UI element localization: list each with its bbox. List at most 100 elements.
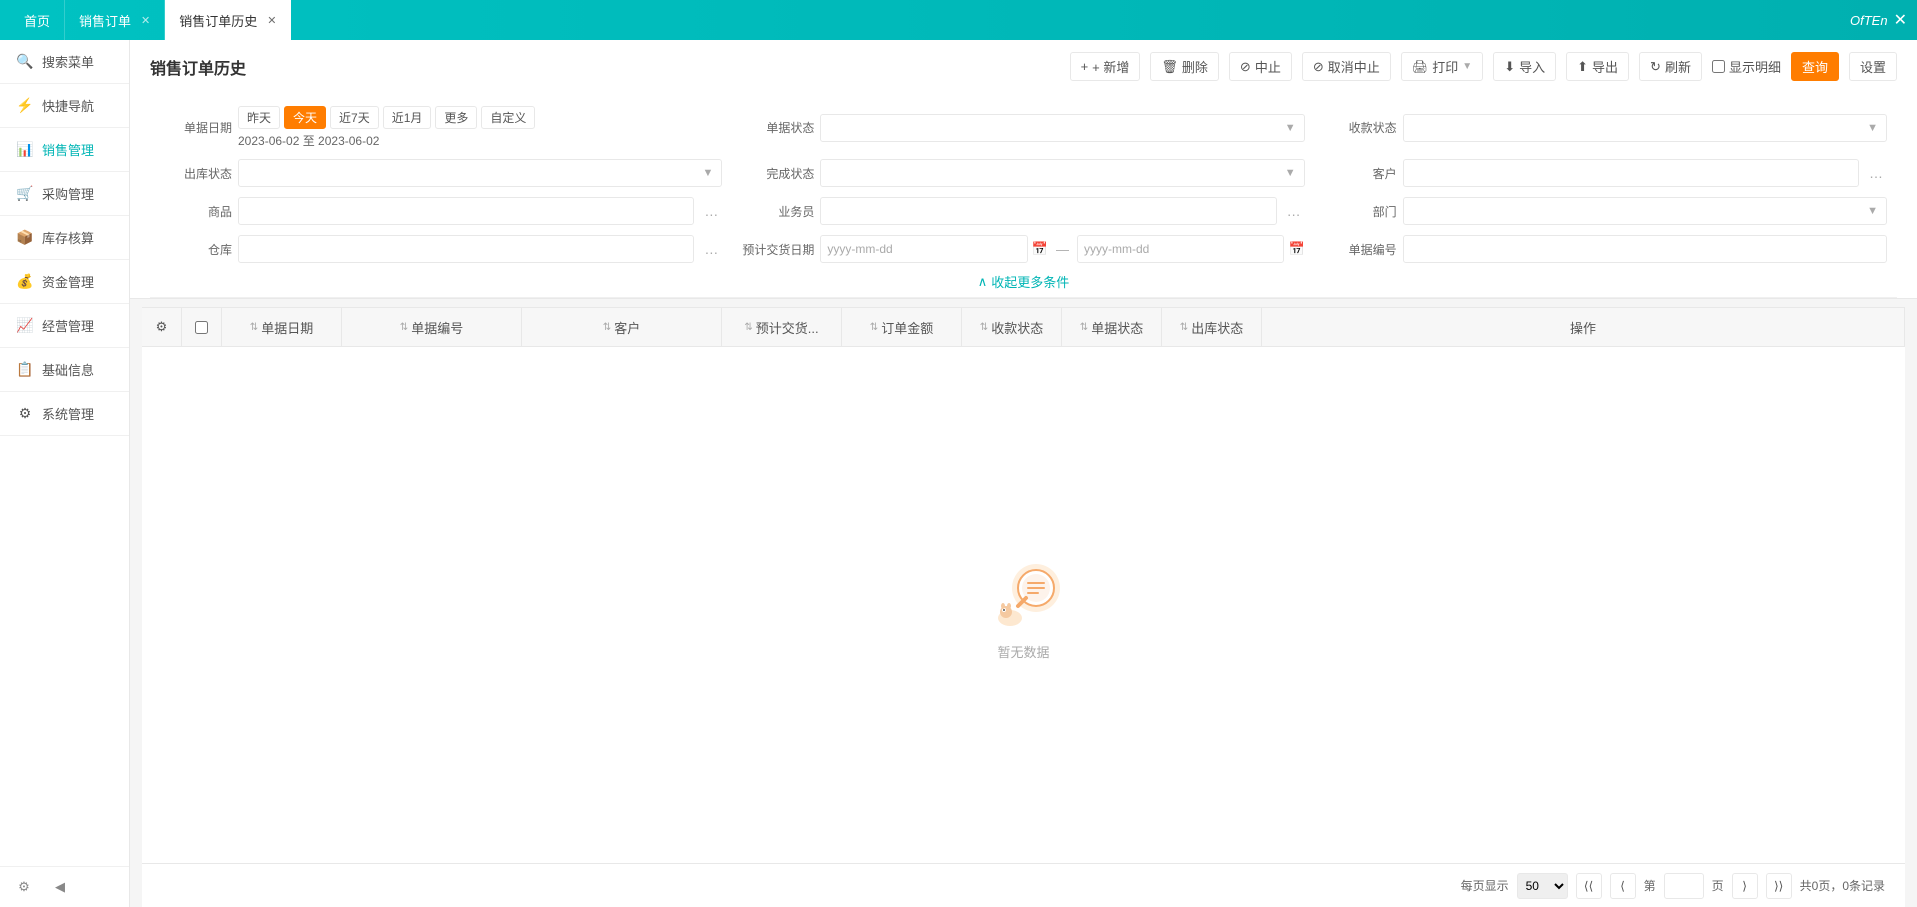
th-date: ⇅ 单据日期	[222, 308, 342, 346]
delete-label: 删除	[1182, 57, 1208, 76]
department-select[interactable]: ▼	[1403, 197, 1887, 225]
date-7days-btn[interactable]: 近7天	[330, 106, 379, 129]
stop-button[interactable]: ⊘ 中止	[1229, 52, 1292, 81]
export-button[interactable]: ⬆ 导出	[1566, 52, 1629, 81]
sidebar-item-quick-nav[interactable]: ⚡ 快捷导航	[0, 84, 129, 128]
stop-icon: ⊘	[1240, 59, 1251, 75]
page-label: 第	[1644, 877, 1656, 894]
display-toggle[interactable]: 显示明细	[1712, 57, 1781, 76]
order-status-filter-cell: 单据状态 ▼	[732, 101, 1314, 154]
sidebar-item-system-mgmt[interactable]: ⚙ 系统管理	[0, 392, 129, 436]
date-custom-btn[interactable]: 自定义	[481, 106, 535, 129]
warehouse-ellipsis[interactable]: …	[700, 241, 722, 257]
date-more-btn[interactable]: 更多	[435, 106, 477, 129]
sidebar-item-finance[interactable]: 💰 资金管理	[0, 260, 129, 304]
warehouse-input[interactable]	[238, 235, 694, 263]
calendar-end-icon[interactable]: 📅	[1288, 241, 1304, 257]
goods-label: 商品	[160, 203, 232, 220]
filter-row-4: 仓库 … 预计交货日期 yyyy-mm-dd 📅 —	[150, 230, 1897, 268]
th-receipt-status-sort-icon[interactable]: ⇅	[980, 322, 988, 333]
sidebar-item-operations-label: 经营管理	[42, 316, 94, 335]
cancel-stop-label: 取消中止	[1328, 57, 1380, 76]
sidebar-item-purchase-mgmt[interactable]: 🛒 采购管理	[0, 172, 129, 216]
expected-date-group: yyyy-mm-dd 📅 — yyyy-mm-dd 📅	[820, 235, 1304, 263]
th-settings[interactable]: ⚙	[142, 308, 182, 346]
date-yesterday-btn[interactable]: 昨天	[238, 106, 280, 129]
calendar-start-icon[interactable]: 📅	[1032, 241, 1048, 257]
out-status-chevron: ▼	[702, 167, 713, 179]
last-page-btn[interactable]: ⟩⟩	[1766, 873, 1792, 899]
sidebar-item-finance-label: 资金管理	[42, 272, 94, 291]
query-button[interactable]: 查询	[1791, 52, 1839, 81]
tab-sales-order[interactable]: 销售订单 ✕	[65, 0, 165, 40]
sidebar-settings-icon[interactable]: ⚙	[14, 877, 34, 897]
complete-status-filter-cell: 完成状态 ▼	[732, 154, 1314, 192]
sidebar-item-search-menu[interactable]: 🔍 搜索菜单	[0, 40, 129, 84]
expected-date-end[interactable]: yyyy-mm-dd	[1077, 235, 1284, 263]
salesperson-input[interactable]	[820, 197, 1276, 225]
tab-home[interactable]: 首页	[10, 0, 65, 40]
settings-icon[interactable]: ⚙	[156, 319, 168, 335]
close-sales-order-history-icon[interactable]: ✕	[267, 14, 276, 27]
salesperson-ellipsis[interactable]: …	[1283, 203, 1305, 219]
prev-page-btn[interactable]: ⟨	[1610, 873, 1636, 899]
date-1month-btn[interactable]: 近1月	[383, 106, 432, 129]
order-status-select[interactable]: ▼	[820, 114, 1304, 142]
close-sales-order-icon[interactable]: ✕	[141, 14, 150, 27]
basic-info-icon: 📋	[16, 361, 34, 379]
th-customer-sort-icon[interactable]: ⇅	[603, 322, 611, 333]
expected-date-end-placeholder: yyyy-mm-dd	[1084, 242, 1149, 256]
order-status-chevron: ▼	[1285, 122, 1296, 134]
delete-button[interactable]: 🗑 删除	[1150, 52, 1219, 81]
import-icon: ⬇	[1504, 59, 1515, 75]
sidebar-item-basic-info[interactable]: 📋 基础信息	[0, 348, 129, 392]
select-all-checkbox[interactable]	[195, 321, 208, 334]
th-order-status-label: 单据状态	[1091, 318, 1143, 337]
th-number-sort-icon[interactable]: ⇅	[400, 322, 408, 333]
import-button[interactable]: ⬇ 导入	[1493, 52, 1556, 81]
settings-button[interactable]: 设置	[1849, 52, 1897, 81]
collapse-row[interactable]: ∧ 收起更多条件	[150, 268, 1897, 297]
new-button[interactable]: + + 新增	[1070, 52, 1141, 81]
refresh-button[interactable]: ↻ 刷新	[1639, 52, 1702, 81]
per-page-select[interactable]: 10 20 50 100	[1517, 873, 1568, 899]
print-chevron: ▼	[1462, 61, 1472, 72]
out-status-select[interactable]: ▼	[238, 159, 722, 187]
customer-ellipsis[interactable]: …	[1865, 165, 1887, 181]
th-amount-sort-icon[interactable]: ⇅	[870, 322, 878, 333]
sidebar-item-operations[interactable]: 📈 经营管理	[0, 304, 129, 348]
cancel-stop-button[interactable]: ⊘ 取消中止	[1302, 52, 1391, 81]
customer-input[interactable]	[1403, 159, 1859, 187]
page-input[interactable]: 1	[1664, 873, 1704, 899]
print-button[interactable]: 🖨 打印 ▼	[1401, 52, 1483, 81]
th-customer-label: 客户	[614, 318, 640, 337]
receipt-status-chevron: ▼	[1867, 122, 1878, 134]
receipt-status-select[interactable]: ▼	[1403, 114, 1887, 142]
topbar-close-icon[interactable]: ✕	[1894, 10, 1907, 30]
display-toggle-checkbox[interactable]	[1712, 60, 1725, 73]
sidebar-item-basic-info-label: 基础信息	[42, 360, 94, 379]
expected-date-start[interactable]: yyyy-mm-dd	[820, 235, 1027, 263]
th-order-status-sort-icon[interactable]: ⇅	[1080, 322, 1088, 333]
print-label: 打印	[1432, 57, 1458, 76]
th-expected-date-sort-icon[interactable]: ⇅	[744, 322, 752, 333]
sidebar-item-sales-mgmt[interactable]: 📊 销售管理	[0, 128, 129, 172]
tab-sales-order-history[interactable]: 销售订单历史 ✕	[165, 0, 291, 40]
department-filter-cell: 部门 ▼	[1315, 192, 1897, 230]
th-out-status-sort-icon[interactable]: ⇅	[1180, 322, 1188, 333]
next-page-btn[interactable]: ⟩	[1732, 873, 1758, 899]
goods-input[interactable]	[238, 197, 694, 225]
sidebar-collapse-icon[interactable]: ◀	[50, 877, 70, 897]
order-number-input[interactable]	[1403, 235, 1887, 263]
goods-ellipsis[interactable]: …	[700, 203, 722, 219]
finance-icon: 💰	[16, 273, 34, 291]
pagination: 每页显示 10 20 50 100 ⟨⟨ ⟨ 第 1 页 ⟩ ⟩⟩ 共0页，0条…	[142, 863, 1905, 907]
complete-status-select[interactable]: ▼	[820, 159, 1304, 187]
date-today-btn[interactable]: 今天	[284, 106, 326, 129]
sidebar-item-inventory[interactable]: 📦 库存核算	[0, 216, 129, 260]
first-page-btn[interactable]: ⟨⟨	[1576, 873, 1602, 899]
customer-filter-cell: 客户 …	[1315, 154, 1897, 192]
page-title-row: 销售订单历史 + + 新增 🗑 删除 ⊘ 中止 ⊘	[150, 52, 1897, 81]
th-checkbox[interactable]	[182, 308, 222, 346]
th-date-sort-icon[interactable]: ⇅	[250, 322, 258, 333]
